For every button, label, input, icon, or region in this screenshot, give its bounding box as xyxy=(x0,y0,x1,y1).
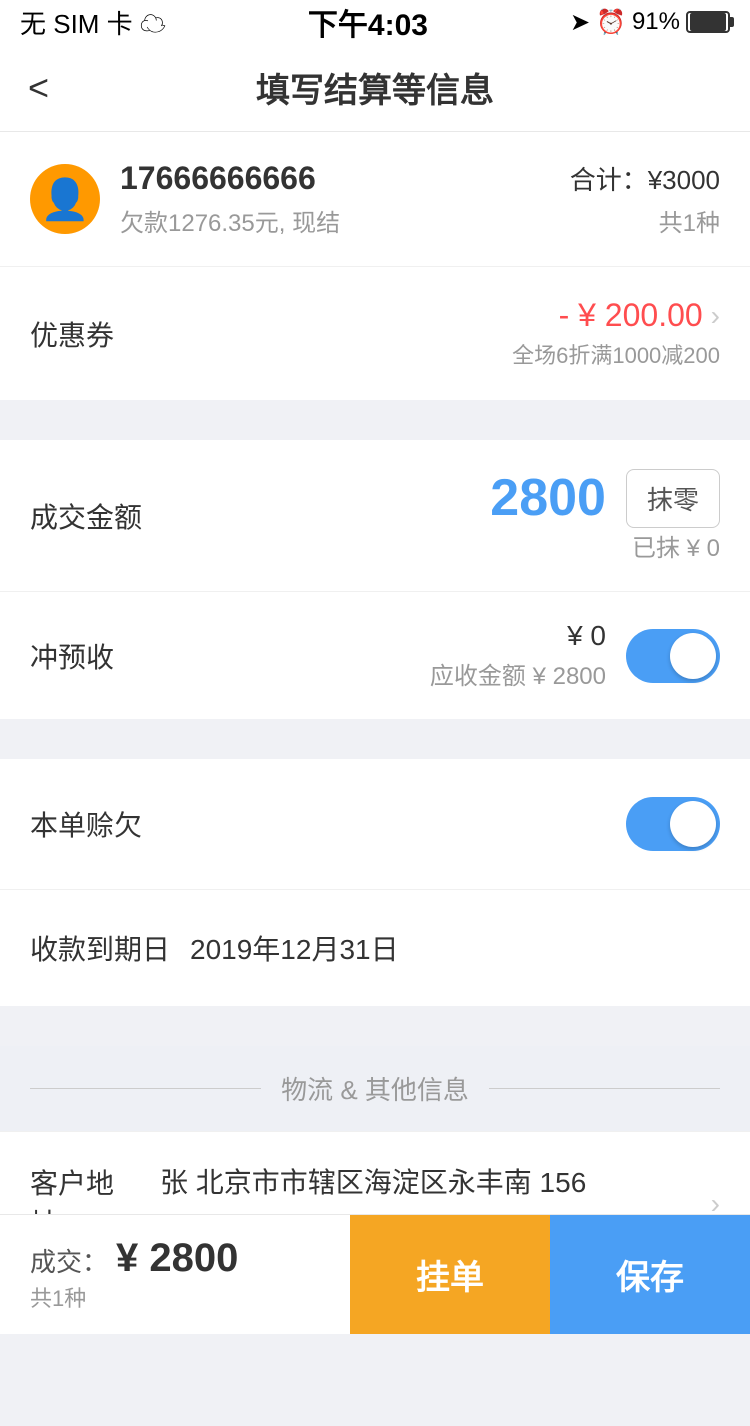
deal-amount-row: 成交金额 2800 抹零 已抹 ¥ 0 xyxy=(0,440,750,591)
bendan-label: 本单赊欠 xyxy=(30,804,626,844)
bottom-deal-sub: 共1种 xyxy=(30,1281,320,1313)
alarm-icon: ⏰ xyxy=(596,8,626,37)
coupon-label: 优惠券 xyxy=(30,314,114,354)
deal-amount-value: 2800 xyxy=(490,468,606,528)
bendan-card: 本单赊欠 收款到期日 2019年12月31日 xyxy=(0,759,750,1006)
chong-sub: 应收金额 ¥ 2800 xyxy=(430,656,606,691)
battery-percent: 91% xyxy=(632,8,680,36)
status-bar: 无 SIM 卡 ☁ 下午4:03 ➤ ⏰ 91% xyxy=(0,0,750,44)
bottom-bar: 成交： ¥ 2800 共1种 挂单 保存 xyxy=(0,1214,750,1334)
customer-total: 合计：¥3000 共1种 xyxy=(570,160,720,238)
deal-card: 成交金额 2800 抹零 已抹 ¥ 0 冲预收 ¥ 0 应收金额 ¥ 2800 xyxy=(0,440,750,719)
chong-amount: ¥ 0 xyxy=(567,620,606,652)
logistics-text: 物流 & 其他信息 xyxy=(261,1070,489,1107)
customer-phone: 17666666666 xyxy=(120,160,570,197)
duedate-label: 收款到期日 xyxy=(30,928,170,968)
bendan-toggle[interactable] xyxy=(626,797,720,851)
chong-yushou-row: 冲预收 ¥ 0 应收金额 ¥ 2800 xyxy=(0,591,750,719)
duedate-row: 收款到期日 2019年12月31日 xyxy=(0,889,750,1006)
customer-sub: 欠款1276.35元, 现结 xyxy=(120,203,570,238)
bendan-row: 本单赊欠 xyxy=(0,759,750,889)
customer-row: 👤 17666666666 欠款1276.35元, 现结 合计：¥3000 共1… xyxy=(0,132,750,266)
status-left: 无 SIM 卡 ☁ xyxy=(20,4,166,41)
chong-toggle-knob xyxy=(670,633,716,679)
deal-amount-label: 成交金额 xyxy=(30,496,490,536)
customer-card: 👤 17666666666 欠款1276.35元, 现结 合计：¥3000 共1… xyxy=(0,132,750,400)
bendan-toggle-knob xyxy=(670,801,716,847)
avatar: 👤 xyxy=(30,164,100,234)
bottom-deal-label: 成交： xyxy=(30,1242,108,1279)
sim-text: 无 SIM 卡 ☁ xyxy=(20,4,166,41)
back-button[interactable]: < xyxy=(28,67,49,109)
total-sub: 共1种 xyxy=(570,203,720,238)
bottom-info: 成交： ¥ 2800 共1种 xyxy=(0,1215,350,1334)
chong-label: 冲预收 xyxy=(30,636,430,676)
coupon-chevron-icon: › xyxy=(711,300,720,332)
section-divider-3 xyxy=(0,1026,750,1046)
chong-toggle[interactable] xyxy=(626,629,720,683)
sep-line-right xyxy=(489,1088,720,1089)
round-button[interactable]: 抹零 xyxy=(626,469,720,528)
coupon-row[interactable]: 优惠券 - ¥ 200.00 › 全场6折满1000减200 xyxy=(0,266,750,400)
coupon-sub: 全场6折满1000减200 xyxy=(512,338,720,370)
chong-right: ¥ 0 应收金额 ¥ 2800 xyxy=(430,620,606,691)
save-button[interactable]: 保存 xyxy=(550,1215,750,1334)
status-time: 下午4:03 xyxy=(308,0,428,44)
coupon-value: - ¥ 200.00 xyxy=(559,297,703,334)
section-divider-2 xyxy=(0,739,750,759)
hang-button[interactable]: 挂单 xyxy=(350,1215,550,1334)
location-icon: ➤ xyxy=(570,8,590,37)
page-title: 填写结算等信息 xyxy=(256,63,494,112)
deal-sub: 已抹 ¥ 0 xyxy=(632,528,720,563)
bottom-deal-row: 成交： ¥ 2800 xyxy=(30,1236,320,1281)
duedate-value: 2019年12月31日 xyxy=(190,928,399,968)
bottom-deal-amount: ¥ 2800 xyxy=(116,1236,238,1281)
avatar-icon: 👤 xyxy=(40,176,90,223)
battery-icon xyxy=(686,11,730,33)
sep-line-left xyxy=(30,1088,261,1089)
logistics-sep: 物流 & 其他信息 xyxy=(0,1046,750,1131)
section-divider-1 xyxy=(0,420,750,440)
nav-bar: < 填写结算等信息 xyxy=(0,44,750,132)
customer-info: 17666666666 欠款1276.35元, 现结 xyxy=(120,160,570,238)
status-right: ➤ ⏰ 91% xyxy=(570,8,730,37)
total-label: 合计：¥3000 xyxy=(570,160,720,197)
